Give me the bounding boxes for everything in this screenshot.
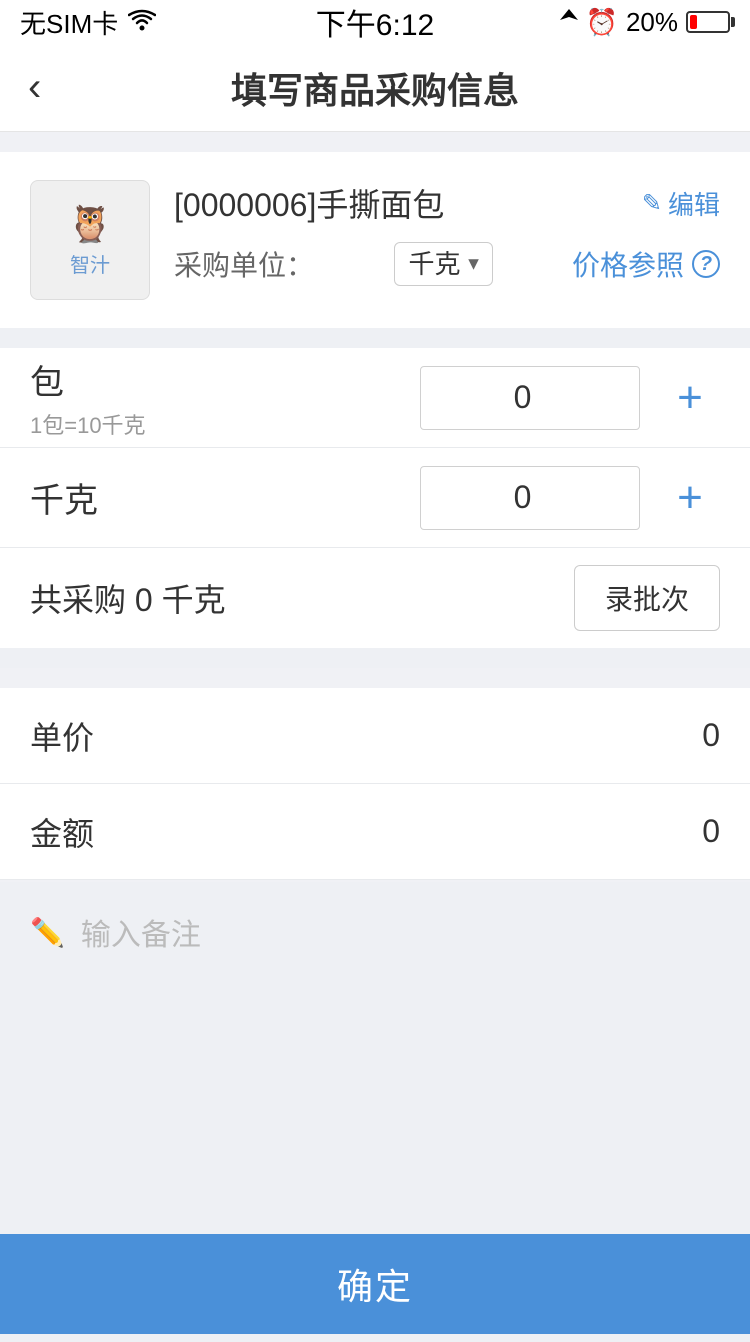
product-info: [0000006]手撕面包 ✎ 编辑 采购单位： 千克 包 价格参照 ? xyxy=(174,180,720,286)
price-ref-icon: ? xyxy=(692,250,720,278)
kg-input-wrap: + xyxy=(130,466,720,530)
status-right: ⏰ 20% xyxy=(560,7,730,38)
product-logo: 🦉 xyxy=(68,203,113,245)
alarm-icon: ⏰ xyxy=(586,7,618,38)
unit-label: 采购单位： xyxy=(174,244,314,284)
bag-label-sub: 1包=10千克 xyxy=(30,408,146,440)
unit-price-value: 0 xyxy=(702,717,720,754)
unit-select-wrap[interactable]: 千克 包 xyxy=(394,242,493,286)
bag-label-main: 包 xyxy=(30,355,146,404)
status-carrier: 无SIM卡 xyxy=(20,4,156,41)
kg-row: 千克 + xyxy=(0,448,750,548)
summary-row: 共采购 0 千克 录批次 xyxy=(0,548,750,648)
remark-section[interactable]: ✏️ 输入备注 xyxy=(0,882,750,982)
edit-button[interactable]: ✎ 编辑 xyxy=(642,185,720,222)
nav-bar: ‹ 填写商品采购信息 xyxy=(0,44,750,132)
status-time: 下午6:12 xyxy=(316,0,434,44)
price-ref-button[interactable]: 价格参照 ? xyxy=(572,244,720,284)
product-name: [0000006]手撕面包 xyxy=(174,180,444,226)
input-section: 包 1包=10千克 + 千克 + xyxy=(0,348,750,548)
confirm-button[interactable]: 确定 xyxy=(0,1234,750,1334)
kg-label-main: 千克 xyxy=(30,473,130,522)
amount-row: 金额 0 xyxy=(0,784,750,880)
amount-value: 0 xyxy=(702,813,720,850)
battery-percent: 20% xyxy=(626,7,678,38)
product-card: 🦉 智汁 [0000006]手撕面包 ✎ 编辑 采购单位： 千克 包 价格参照 … xyxy=(0,152,750,328)
bag-quantity-input[interactable] xyxy=(420,366,640,430)
section-divider-1 xyxy=(0,328,750,348)
bag-plus-button[interactable]: + xyxy=(660,368,720,428)
kg-label: 千克 xyxy=(30,473,130,522)
back-button[interactable]: ‹ xyxy=(28,65,41,110)
page-title: 填写商品采购信息 xyxy=(231,62,519,114)
bag-row: 包 1包=10千克 + xyxy=(0,348,750,448)
summary-text: 共采购 0 千克 xyxy=(30,575,226,621)
location-icon xyxy=(560,7,578,38)
edit-icon: ✎ xyxy=(642,189,662,218)
bag-input-wrap: + xyxy=(146,366,720,430)
unit-price-row: 单价 0 xyxy=(0,688,750,784)
section-divider-2 xyxy=(0,648,750,668)
unit-price-label: 单价 xyxy=(30,713,94,759)
carrier-text: 无SIM卡 xyxy=(20,4,118,41)
price-ref-label: 价格参照 xyxy=(572,244,684,284)
kg-plus-button[interactable]: + xyxy=(660,468,720,528)
unit-select[interactable]: 千克 包 xyxy=(394,242,493,286)
product-logo-text: 智汁 xyxy=(70,249,110,278)
amount-label: 金额 xyxy=(30,809,94,855)
price-section: 单价 0 金额 0 xyxy=(0,688,750,880)
bag-label: 包 1包=10千克 xyxy=(30,355,146,440)
kg-quantity-input[interactable] xyxy=(420,466,640,530)
status-bar: 无SIM卡 下午6:12 ⏰ 20% xyxy=(0,0,750,44)
wifi-icon xyxy=(128,7,156,38)
edit-label: 编辑 xyxy=(668,185,720,222)
remark-placeholder: 输入备注 xyxy=(81,910,201,954)
product-image: 🦉 智汁 xyxy=(30,180,150,300)
batch-button[interactable]: 录批次 xyxy=(574,565,720,631)
pencil-icon: ✏️ xyxy=(30,916,65,949)
battery-icon xyxy=(686,11,730,33)
